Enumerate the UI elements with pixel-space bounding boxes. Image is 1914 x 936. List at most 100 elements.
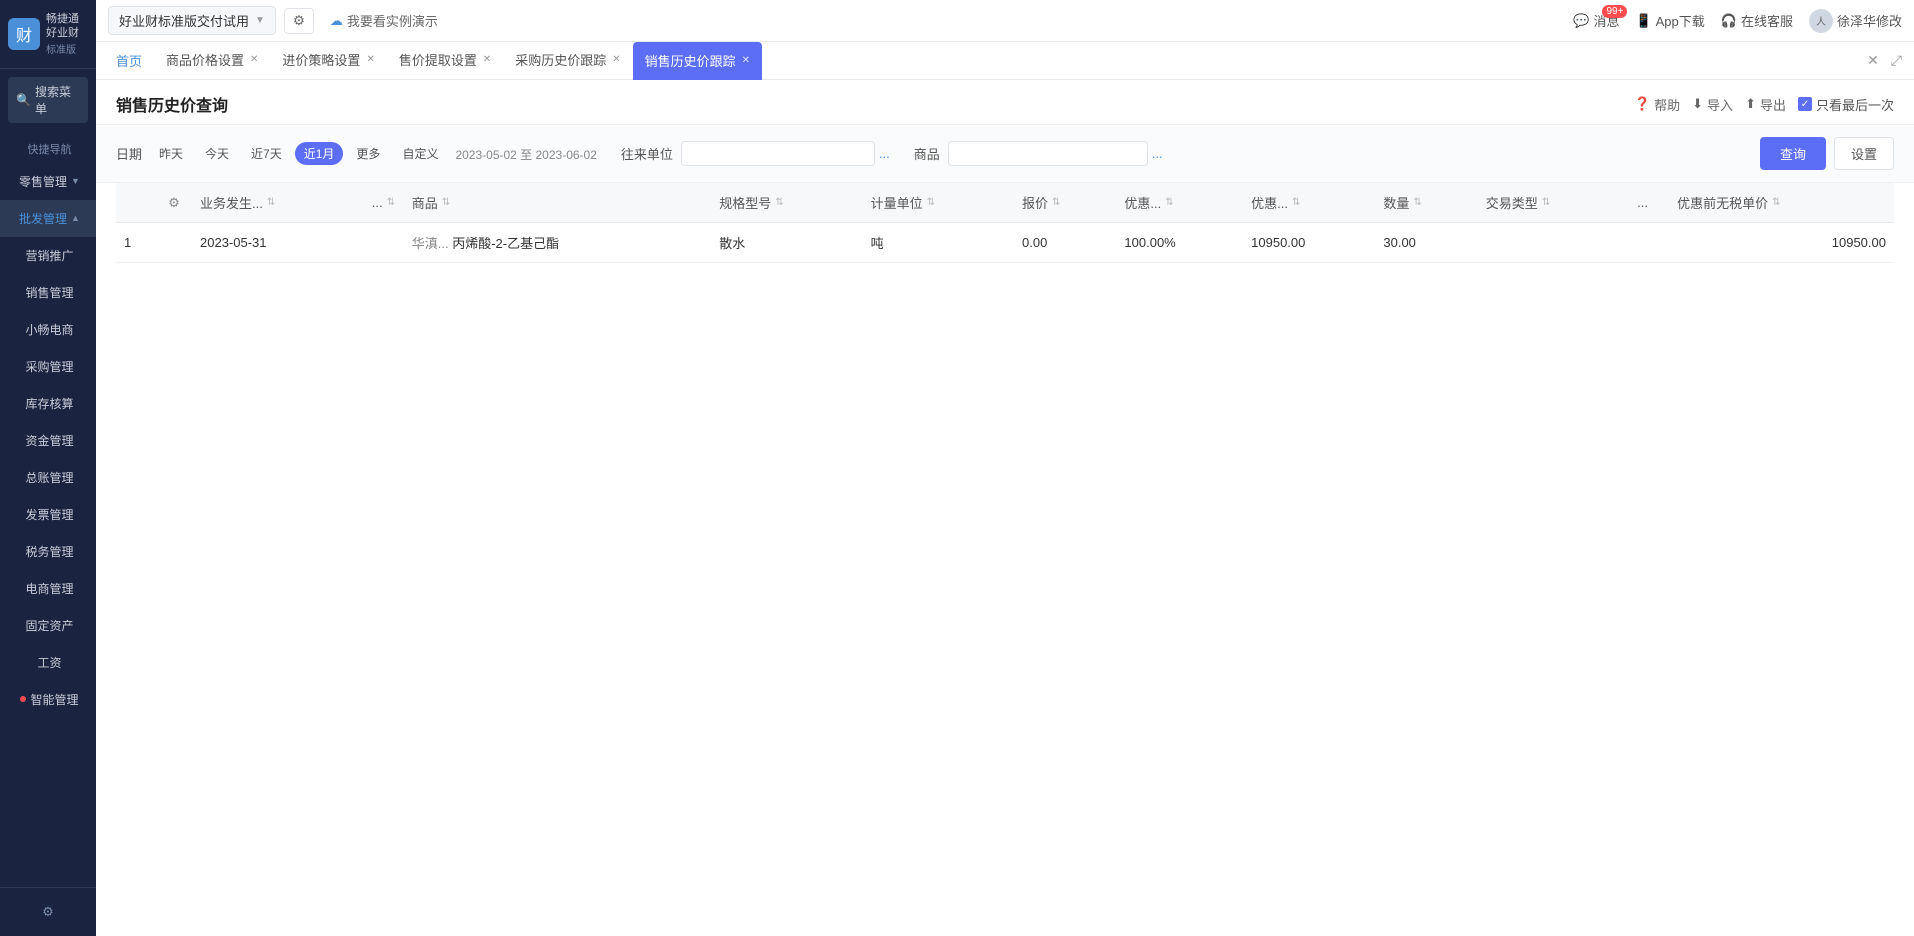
app-selector-chevron-icon: ▼ <box>255 15 265 26</box>
export-link[interactable]: ⬆ 导出 <box>1745 95 1786 114</box>
tab-home[interactable]: 首页 <box>104 42 154 80</box>
app-download-button[interactable]: 📱 App下载 <box>1635 11 1704 30</box>
tab-home-label: 首页 <box>116 51 142 70</box>
demo-label: 我要看实例演示 <box>347 11 438 30</box>
th-price-sortable[interactable]: 报价 ⇅ <box>1022 193 1108 212</box>
sidebar-item-marketing[interactable]: 营销推广 <box>0 237 96 274</box>
th-date-sortable[interactable]: 业务发生... ⇅ <box>200 193 356 212</box>
topbar-right: 💬 消息 99+ 📱 App下载 🎧 在线客服 人 徐泽华修改 <box>1573 9 1902 33</box>
th-trans-type-sortable[interactable]: 交易类型 ⇅ <box>1486 193 1621 212</box>
page-actions: ❓ 帮助 ⬇ 导入 ⬆ 导出 ✓ 只看最后一次 <box>1634 95 1894 114</box>
topbar: 好业财标准版交付试用 ▼ ⚙ ☁ 我要看实例演示 💬 消息 99+ 📱 App下… <box>96 0 1914 42</box>
search-menu-button[interactable]: 🔍 搜索菜单 <box>8 77 88 123</box>
sidebar-item-inventory[interactable]: 库存核算 <box>0 385 96 422</box>
sidebar-item-sales[interactable]: 销售管理 <box>0 274 96 311</box>
sidebar-item-smart[interactable]: 智能管理 <box>0 681 96 718</box>
product-input[interactable] <box>948 141 1148 166</box>
sidebar-item-ledger[interactable]: 总账管理 <box>0 459 96 496</box>
th-qty-label: 数量 <box>1383 193 1409 212</box>
tab-purchase-strategy-close-icon[interactable]: ✕ <box>366 54 374 65</box>
tab-maximize-window-button[interactable]: ⤢ <box>1887 50 1906 71</box>
tab-purchase-strategy[interactable]: 进价策略设置 ✕ <box>270 42 386 80</box>
sidebar-item-quicknav[interactable]: 快捷导航 <box>0 135 96 163</box>
export-label: 导出 <box>1760 95 1786 114</box>
sort-unit-icon: ⇅ <box>927 197 935 208</box>
th-product-sortable[interactable]: 商品 ⇅ <box>412 193 704 212</box>
th-date: 业务发生... ⇅ <box>192 183 364 223</box>
salary-label: 工资 <box>37 654 61 671</box>
date-today-btn[interactable]: 今天 <box>196 142 238 165</box>
customer-filter-group: 往来单位 ... <box>621 141 890 166</box>
sidebar-item-fixed-assets[interactable]: 固定资产 <box>0 607 96 644</box>
th-price-label: 报价 <box>1022 193 1048 212</box>
topbar-settings-button[interactable]: ⚙ <box>284 8 314 34</box>
tab-purchase-history-close-icon[interactable]: ✕ <box>612 54 620 65</box>
date-last1m-btn[interactable]: 近1月 <box>295 142 344 165</box>
th-qty-sortable[interactable]: 数量 ⇅ <box>1383 193 1469 212</box>
tab-product-price-close-icon[interactable]: ✕ <box>250 54 258 65</box>
th-more2-sortable[interactable]: ... <box>1637 195 1661 210</box>
ecommerce-label: 电商管理 <box>25 580 73 597</box>
tab-sale-history[interactable]: 销售历史价跟踪 ✕ <box>633 42 762 80</box>
ledger-label: 总账管理 <box>25 469 73 486</box>
sidebar-item-retail[interactable]: 零售管理 ▼ <box>0 163 96 200</box>
th-discount1-label: 优惠... <box>1124 193 1161 212</box>
table-row[interactable]: 1 2023-05-31 华滇... 丙烯酸-2-乙基己酯 散水 吨 0.00 … <box>116 223 1894 263</box>
sidebar-item-purchase[interactable]: 采购管理 <box>0 348 96 385</box>
sidebar-item-ecommerce[interactable]: 电商管理 <box>0 570 96 607</box>
th-unit-sortable[interactable]: 计量单位 ⇅ <box>871 193 1006 212</box>
ecommerce-small-label: 小畅电商 <box>25 321 73 338</box>
th-discount1-sortable[interactable]: 优惠... ⇅ <box>1124 193 1235 212</box>
th-unit-label: 计量单位 <box>871 193 923 212</box>
tab-sale-fetch[interactable]: 售价提取设置 ✕ <box>387 42 503 80</box>
tab-product-price[interactable]: 商品价格设置 ✕ <box>154 42 270 80</box>
demo-link[interactable]: ☁ 我要看实例演示 <box>330 11 438 30</box>
user-profile-button[interactable]: 人 徐泽华修改 <box>1809 9 1902 33</box>
import-link[interactable]: ⬇ 导入 <box>1692 95 1733 114</box>
sidebar-item-salary[interactable]: 工资 <box>0 644 96 681</box>
filter-bar: 日期 昨天 今天 近7天 近1月 更多 自定义 2023-05-02 至 202… <box>96 125 1914 183</box>
sidebar-item-ecommerce-small[interactable]: 小畅电商 <box>0 311 96 348</box>
sidebar-item-wholesale[interactable]: 批发管理 ▲ <box>0 200 96 237</box>
table-header: ⚙ 业务发生... ⇅ ... ⇅ <box>116 183 1894 223</box>
date-last7-btn[interactable]: 近7天 <box>242 142 291 165</box>
invoice-label: 发票管理 <box>25 506 73 523</box>
customer-more-btn[interactable]: ... <box>879 146 890 161</box>
tab-sale-fetch-close-icon[interactable]: ✕ <box>483 54 491 65</box>
product-more-btn[interactable]: ... <box>1152 146 1163 161</box>
sidebar-item-invoice[interactable]: 发票管理 <box>0 496 96 533</box>
date-yesterday-btn[interactable]: 昨天 <box>150 142 192 165</box>
tab-close-window-button[interactable]: ✕ <box>1863 50 1883 71</box>
sidebar-settings-button[interactable]: ⚙ <box>8 896 88 928</box>
topbar-gear-icon: ⚙ <box>293 13 305 28</box>
column-settings-icon[interactable]: ⚙ <box>164 195 184 211</box>
data-table: ⚙ 业务发生... ⇅ ... ⇅ <box>116 183 1894 263</box>
customer-input[interactable] <box>681 141 875 166</box>
th-spec-sortable[interactable]: 规格型号 ⇅ <box>719 193 854 212</box>
messages-button[interactable]: 💬 消息 99+ <box>1573 11 1619 30</box>
query-button[interactable]: 查询 <box>1760 137 1826 170</box>
tab-sale-history-close-icon[interactable]: ✕ <box>742 55 750 66</box>
cell-discount1: 100.00% <box>1116 223 1243 263</box>
settings-button[interactable]: 设置 <box>1834 137 1894 170</box>
sidebar-bottom: ⚙ <box>0 887 96 936</box>
sidebar-logo: 财 畅捷通好业财 标准版 <box>0 0 96 69</box>
help-link[interactable]: ❓ 帮助 <box>1634 95 1680 114</box>
tax-label: 税务管理 <box>25 543 73 560</box>
tab-purchase-history[interactable]: 采购历史价跟踪 ✕ <box>503 42 632 80</box>
sidebar-item-tax[interactable]: 税务管理 <box>0 533 96 570</box>
th-date-label: 业务发生... <box>200 193 263 212</box>
app-selector[interactable]: 好业财标准版交付试用 ▼ <box>108 6 276 35</box>
only-last-checkbox[interactable]: ✓ 只看最后一次 <box>1798 95 1894 114</box>
date-more-btn[interactable]: 更多 <box>347 142 389 165</box>
cell-price: 0.00 <box>1014 223 1116 263</box>
date-custom-btn[interactable]: 自定义 <box>393 142 447 165</box>
online-service-button[interactable]: 🎧 在线客服 <box>1721 11 1793 30</box>
th-more1-sortable[interactable]: ... ⇅ <box>372 195 396 210</box>
sidebar-nav: 快捷导航 零售管理 ▼ 批发管理 ▲ 营销推广 销售管理 小畅电商 采购管理 <box>0 131 96 722</box>
th-discount2-sortable[interactable]: 优惠... ⇅ <box>1251 193 1367 212</box>
inventory-label: 库存核算 <box>25 395 73 412</box>
th-pretax-price-sortable[interactable]: 优惠前无税单价 ⇅ <box>1677 193 1886 212</box>
sidebar-item-finance[interactable]: 资金管理 <box>0 422 96 459</box>
smart-label: 智能管理 <box>30 691 78 708</box>
